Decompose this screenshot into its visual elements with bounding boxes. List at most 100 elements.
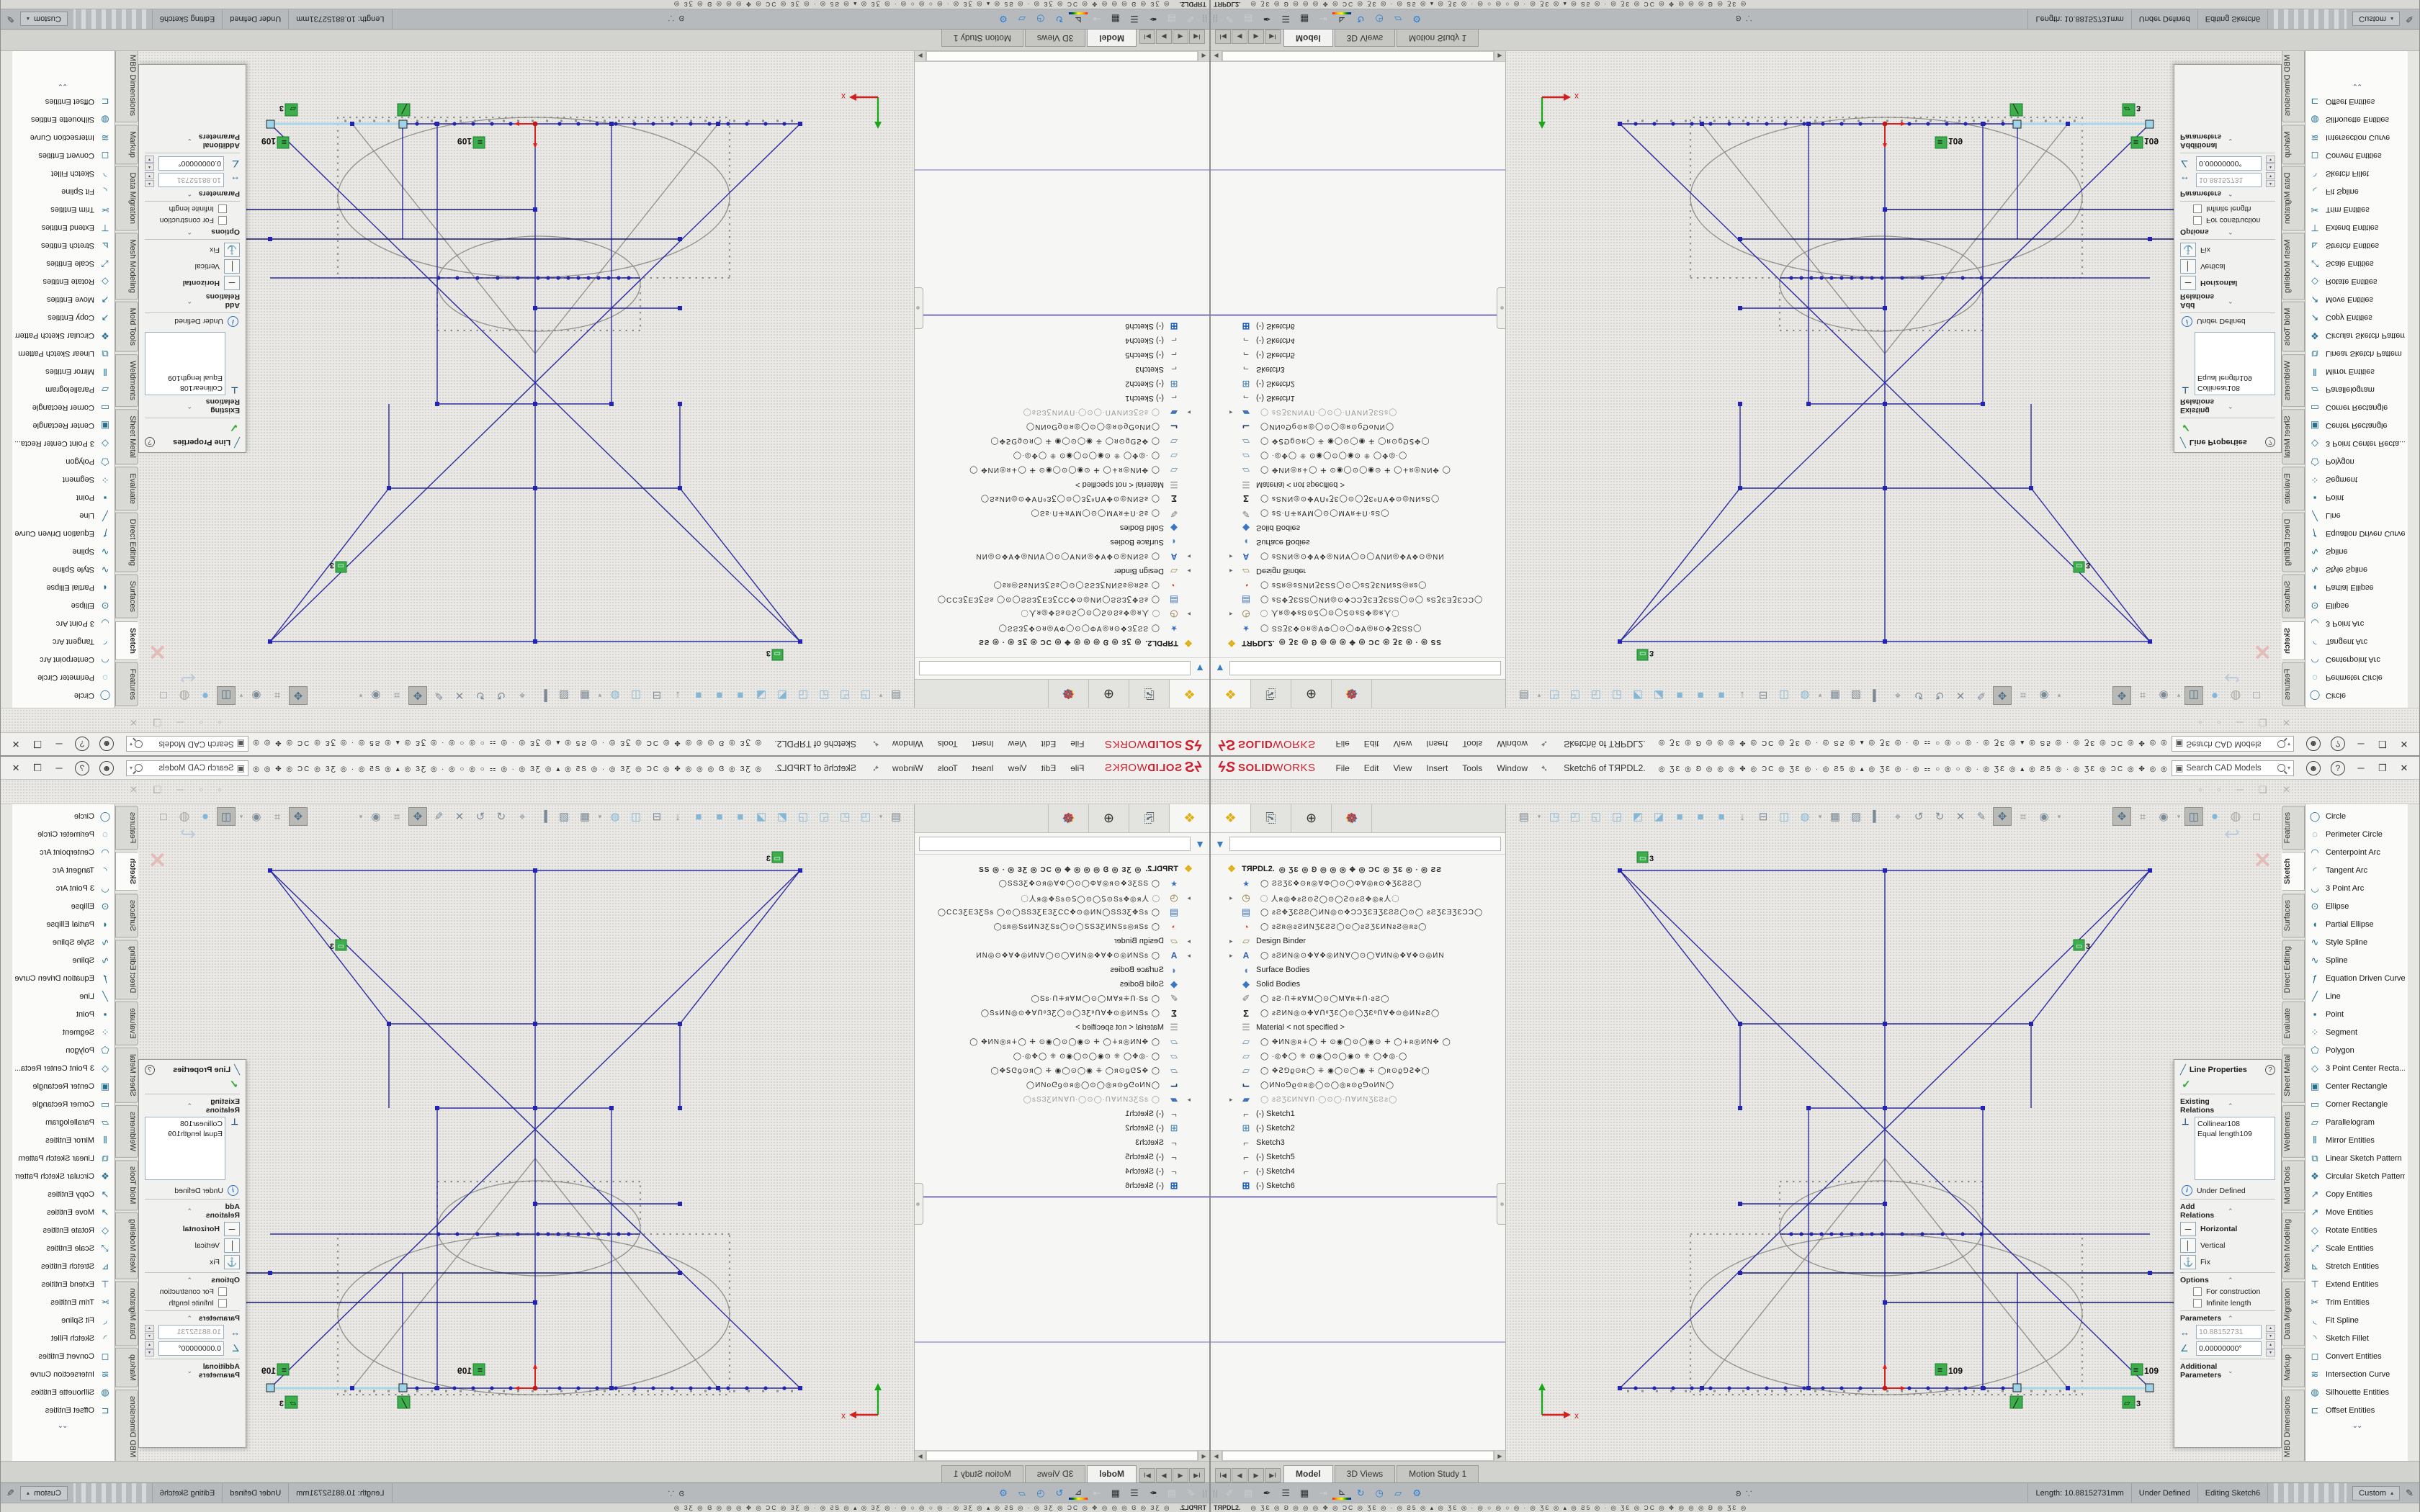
menu-item[interactable]: ⫴ Mirror Entities <box>2305 1131 2408 1149</box>
menu-item[interactable]: ◝ Sketch Fillet <box>2305 165 2408 183</box>
close-button[interactable]: ✕ <box>2393 760 2415 776</box>
graphics-area[interactable]: ▤▾◳◰◱◲◩◪■■■↓⊟◫◍▾▦▨▍⌖↺↻✕✎✥⌗◉▾ ✥⌗◉▾◫●◍□ ↩ … <box>1506 804 2282 1461</box>
expand-arrow-icon[interactable] <box>1180 409 1191 417</box>
menu-item[interactable]: ∿ Style Spline <box>2305 933 2408 951</box>
commandmanager-tab[interactable]: Weldments <box>2282 354 2305 407</box>
menu-item[interactable]: ⊾ Stretch Entities <box>12 237 115 255</box>
tree-item[interactable]: ◯ ƨƧ∙Ո⁜ʀⱯΜ◯⊙◯ΜⱯʀ⁜Ո∙ƨƧ◯ <box>915 506 1209 521</box>
menu-item[interactable]: ◠ Centerpoint Arc <box>2305 651 2408 669</box>
menu-item[interactable]: Insert <box>965 760 1001 776</box>
for-construction-checkbox[interactable] <box>2193 216 2202 225</box>
commandmanager-tab[interactable]: Markup <box>2282 125 2305 164</box>
menu-item[interactable]: ╱ Line <box>12 507 115 525</box>
rollback-bar-secondary[interactable] <box>1211 1341 1505 1343</box>
restore-button[interactable]: ❐ <box>27 737 48 752</box>
pane-splitter-handle[interactable] <box>914 1183 923 1225</box>
tab-nav-button[interactable]: ▶ <box>1156 30 1172 44</box>
menu-item[interactable]: Insert <box>965 737 1001 752</box>
menu-item[interactable]: ≋ Intersection Curve <box>12 1365 115 1383</box>
scrollbar-track[interactable] <box>926 1451 1198 1461</box>
status-toolbar-icon[interactable]: ◷ <box>1370 14 1389 25</box>
rollback-bar[interactable] <box>1211 1196 1505 1198</box>
menu-item[interactable]: ▣ Center Rectangle <box>12 1077 115 1095</box>
menu-item[interactable]: ∿ Spline <box>2305 951 2408 969</box>
tree-item[interactable]: ◯ ∙◎✥◯ ⁜ ⊙◉◯⊙◯◉⊙ ⁜ ◯✥◎∙◯ <box>915 449 1209 463</box>
commandmanager-tab[interactable]: Data Migration <box>115 166 138 231</box>
status-toolbar-icon[interactable]: ⚙ <box>994 1488 1013 1499</box>
menu-item[interactable]: ✂ Trim Entities <box>12 201 115 219</box>
commandmanager-tab[interactable]: Data Migration <box>115 1282 138 1346</box>
menu-item[interactable]: ↗ Copy Entities <box>12 1185 115 1203</box>
menu-item[interactable]: ⫴ Mirror Entities <box>12 1131 115 1149</box>
featuremanager-tab[interactable]: ❖ <box>1211 680 1251 708</box>
rollback-bar-secondary[interactable] <box>915 169 1209 171</box>
ok-check-icon[interactable]: ✓ <box>2182 421 2275 434</box>
commandmanager-tab[interactable]: Features <box>2282 662 2305 706</box>
tree-item[interactable]: Sketch3 <box>915 1135 1209 1150</box>
for-construction-checkbox[interactable] <box>218 216 227 225</box>
status-toolbar-icon[interactable]: ↻ <box>1050 14 1069 25</box>
tab-nav-button[interactable]: Ⅰ◀ <box>1215 1468 1231 1482</box>
scroll-right-icon[interactable]: ▶ <box>915 51 926 61</box>
commandmanager-tab[interactable]: Features <box>115 806 138 850</box>
length-spinner[interactable]: ▴▾ <box>2266 173 2275 187</box>
tree-item[interactable]: Solid Bodies <box>915 521 1209 535</box>
commandmanager-tab[interactable]: Sheet Metal <box>2282 1048 2305 1103</box>
menu-item[interactable]: ◍ Silhouette Entities <box>2305 1383 2408 1401</box>
menu-item[interactable]: ⬠ Polygon <box>2305 453 2408 471</box>
menu-item[interactable]: ▣ Center Rectangle <box>12 417 115 435</box>
menu-item[interactable]: View <box>1386 760 1419 776</box>
featuremanager-tab[interactable]: ☸ <box>1048 680 1088 708</box>
status-toolbar-icon[interactable]: ✒ <box>1258 14 1276 25</box>
menu-item[interactable]: ↗ Move Entities <box>2305 291 2408 309</box>
tree-item[interactable]: Material < not specified > <box>915 1020 1209 1035</box>
tree-item[interactable]: ◯ ƨƧƷƐИNⱯՈ∙◯⊙◯∙ՈⱯИNƷƐƧƨ◯ <box>1211 405 1505 420</box>
status-toolbar-icon[interactable]: ⚙ <box>994 14 1013 25</box>
close-button[interactable]: ✕ <box>2393 737 2415 752</box>
custom-dropdown[interactable]: Custom ▴ <box>20 1486 68 1500</box>
menu-item[interactable]: Insert <box>1419 737 1455 752</box>
rollback-bar[interactable] <box>915 314 1209 316</box>
editing-status[interactable]: Editing Sketch6 <box>153 9 223 29</box>
tab-nav-button[interactable]: ▶Ⅰ <box>1265 30 1281 44</box>
relation-item[interactable]: Collinear108 <box>148 383 223 393</box>
collapse-icon[interactable]: ⌃ <box>145 1315 192 1323</box>
menu-item[interactable]: Tools <box>1455 737 1489 752</box>
relations-listbox[interactable]: Collinear108Equal length109 <box>2195 332 2275 395</box>
horizontal-relation-button[interactable]: ─ <box>224 276 240 290</box>
scroll-left-icon[interactable]: ◀ <box>1211 51 1222 61</box>
ok-check-icon[interactable]: ✓ <box>2182 1078 2275 1091</box>
commandmanager-tab[interactable]: Direct Editing <box>115 513 138 572</box>
collapse-icon[interactable]: ⌃ <box>145 1102 192 1110</box>
status-toolbar-icon[interactable]: ▦ <box>1106 14 1125 25</box>
menu-item[interactable]: ∿ Spline <box>12 951 115 969</box>
menu-item[interactable]: ◇ Rotate Entities <box>12 273 115 291</box>
horizontal-relation-button[interactable]: ─ <box>224 1222 240 1236</box>
collapse-icon[interactable]: ⌃ <box>2228 190 2275 198</box>
tab-nav-button[interactable]: Ⅰ◀ <box>1189 30 1205 44</box>
menu-item[interactable]: ⊾ Stretch Entities <box>2305 237 2408 255</box>
tree-item[interactable]: ◯ ƨƧʀ◎ƨƧИNƷƐƧƧ◯⊙◯ƨƧƷƐИNƨƧ◎ʀƨ◯ <box>915 578 1209 593</box>
status-toolbar-icon[interactable]: ⚙ <box>1407 14 1426 25</box>
rollback-bar[interactable] <box>1211 314 1505 316</box>
expand-arrow-icon[interactable] <box>1229 952 1240 960</box>
pane-splitter-handle[interactable] <box>914 287 923 329</box>
menu-item[interactable]: ⊙ Ellipse <box>12 897 115 915</box>
featuremanager-tab[interactable]: ❖ <box>1169 804 1209 832</box>
tree-item[interactable]: Design Binder <box>1211 934 1505 948</box>
menu-item[interactable]: Insert <box>1419 760 1455 776</box>
tree-item[interactable]: (-) Sketch2 <box>915 1121 1209 1135</box>
commandmanager-tab[interactable]: Weldments <box>115 1105 138 1158</box>
angle-value-field[interactable]: 0.00000000° <box>2196 156 2262 171</box>
status-toolbar-icon[interactable]: ▱ <box>1389 14 1407 25</box>
relations-listbox[interactable]: Collinear108Equal length109 <box>145 332 225 395</box>
search-input[interactable]: ▣ Search CAD Models ▾ <box>2172 760 2294 776</box>
tree-item[interactable]: ◯ ✥Ꙅ⅁ϱ⊙ʀ◯ ⁜ ◉◯⊙◯◉ ⁜ ◯ʀ⊙ϱ⅁Ꙅ✥◯ <box>915 1063 1209 1078</box>
menu-item[interactable]: ❖ Circular Sketch Pattern <box>2305 327 2408 345</box>
menu-item[interactable]: ⧉ Linear Sketch Pattern <box>2305 345 2408 363</box>
expand-arrow-icon[interactable] <box>1180 1096 1191 1104</box>
menu-item[interactable]: ⁘ Segment <box>2305 471 2408 489</box>
status-toolbar-icon[interactable]: ⊾ <box>1069 1486 1088 1500</box>
expand-icon[interactable]: ⌄ <box>145 1367 192 1375</box>
expand-arrow-icon[interactable] <box>1180 567 1191 575</box>
